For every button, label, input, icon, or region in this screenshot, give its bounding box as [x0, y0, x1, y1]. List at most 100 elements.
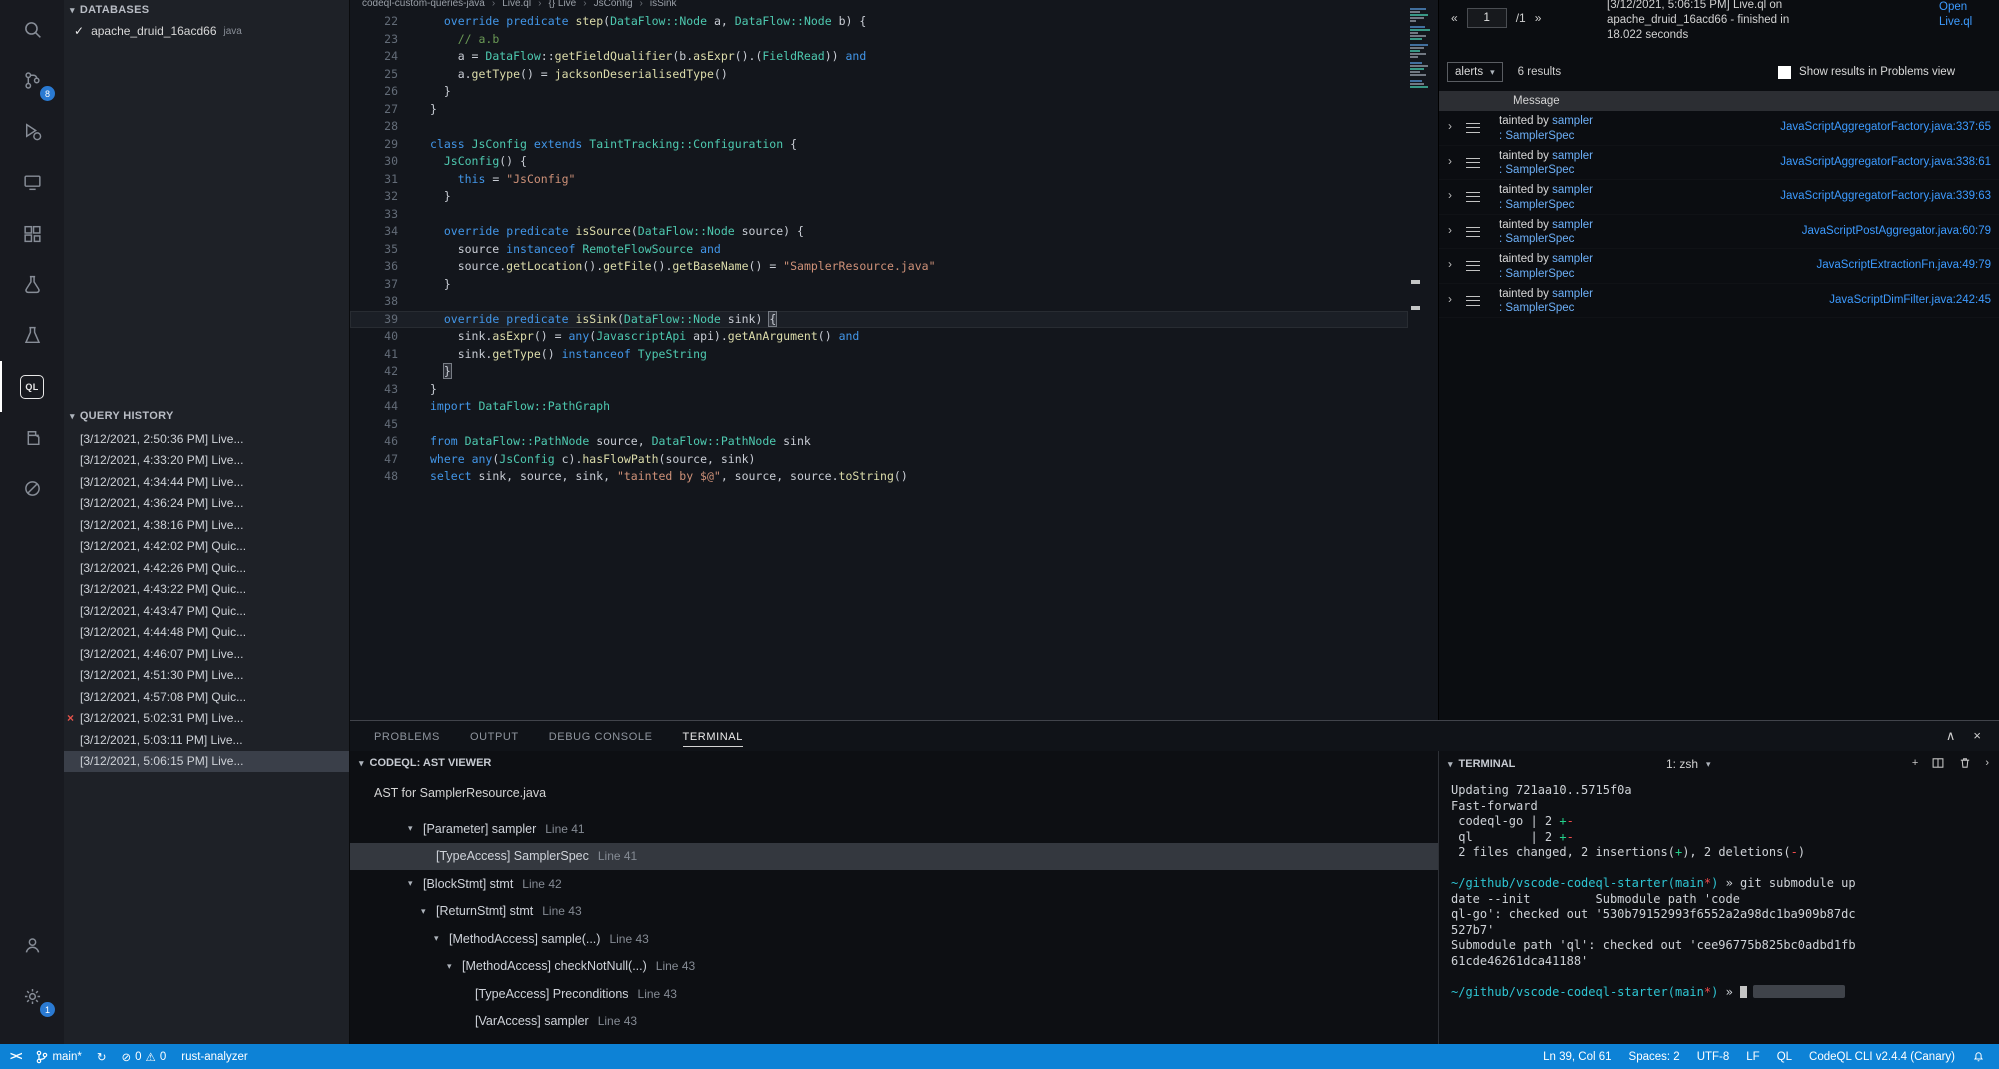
- test-beaker-activity-button[interactable]: [0, 259, 64, 310]
- maximize-panel-button[interactable]: ∧: [1946, 728, 1956, 744]
- code-line[interactable]: 29class JsConfig extends TaintTracking::…: [350, 136, 1408, 154]
- result-message-link[interactable]: sampler: [1552, 150, 1593, 162]
- code-line[interactable]: 38: [350, 293, 1408, 311]
- result-location-link[interactable]: JavaScriptExtractionFn.java:49:79: [1816, 259, 1991, 271]
- result-message-link[interactable]: sampler: [1552, 115, 1593, 127]
- chevron-right-icon[interactable]: ›: [1448, 154, 1452, 168]
- query-history-item[interactable]: [3/12/2021, 4:33:20 PM] Live...: [64, 450, 349, 472]
- editor[interactable]: codeql-custom-queries-java›Live.ql›{} Li…: [350, 0, 1438, 720]
- result-message-sub[interactable]: : SamplerSpec: [1499, 129, 1593, 144]
- result-location-link[interactable]: JavaScriptAggregatorFactory.java:337:65: [1780, 121, 1991, 133]
- breadcrumb-item[interactable]: Live.ql: [502, 0, 531, 9]
- query-history-item[interactable]: [3/12/2021, 4:36:24 PM] Live...: [64, 493, 349, 515]
- panel-chevron-right-icon[interactable]: ›: [1985, 757, 1989, 769]
- language-server-status[interactable]: rust-analyzer: [181, 1051, 247, 1063]
- bell-icon[interactable]: [1972, 1050, 1985, 1064]
- ast-node[interactable]: ▾[MethodAccess] checkNotNull(...)Line 43: [350, 953, 1438, 981]
- result-location-link[interactable]: JavaScriptAggregatorFactory.java:339:63: [1780, 190, 1991, 202]
- run-debug-activity-button[interactable]: [0, 106, 64, 157]
- code-line[interactable]: 33: [350, 206, 1408, 224]
- query-history-item[interactable]: [3/12/2021, 4:42:26 PM] Quic...: [64, 557, 349, 579]
- query-history-item[interactable]: [3/12/2021, 4:44:48 PM] Quic...: [64, 622, 349, 644]
- panel-tab-debug-console[interactable]: DEBUG CONSOLE: [549, 726, 653, 746]
- panel-tab-problems[interactable]: PROBLEMS: [374, 726, 440, 746]
- minimap[interactable]: [1410, 8, 1436, 89]
- prev-page-button[interactable]: «: [1451, 11, 1458, 25]
- chevron-right-icon[interactable]: ›: [1448, 188, 1452, 202]
- code-line[interactable]: 26 }: [350, 83, 1408, 101]
- result-location-link[interactable]: JavaScriptPostAggregator.java:60:79: [1802, 225, 1991, 237]
- code-line[interactable]: 31 this = "JsConfig": [350, 171, 1408, 189]
- query-history-item[interactable]: [3/12/2021, 2:50:36 PM] Live...: [64, 428, 349, 450]
- chevron-right-icon[interactable]: ›: [1448, 292, 1452, 306]
- chevron-right-icon[interactable]: ›: [1448, 257, 1452, 271]
- result-row[interactable]: ›tainted by sampler: SamplerSpecJavaScri…: [1439, 249, 1999, 284]
- breadcrumb-item[interactable]: JsConfig: [594, 0, 633, 9]
- split-terminal-icon[interactable]: [1931, 756, 1945, 770]
- panel-tab-terminal[interactable]: TERMINAL: [683, 726, 743, 747]
- account-activity-button[interactable]: [0, 920, 64, 971]
- circle-slash-activity-button[interactable]: [0, 463, 64, 514]
- result-message-sub[interactable]: : SamplerSpec: [1499, 198, 1593, 213]
- indentation-indicator[interactable]: Spaces: 2: [1629, 1051, 1680, 1063]
- query-history-item[interactable]: [3/12/2021, 4:57:08 PM] Quic...: [64, 686, 349, 708]
- ast-viewer-header[interactable]: ▾ CODEQL: AST VIEWER: [350, 751, 1438, 775]
- codeql-cli-status[interactable]: CodeQL CLI v2.4.4 (Canary): [1809, 1051, 1955, 1063]
- result-row[interactable]: ›tainted by sampler: SamplerSpecJavaScri…: [1439, 146, 1999, 181]
- result-message-link[interactable]: sampler: [1552, 219, 1593, 231]
- query-history-item[interactable]: [3/12/2021, 4:43:22 PM] Quic...: [64, 579, 349, 601]
- code-line[interactable]: 37 }: [350, 276, 1408, 294]
- code-line[interactable]: 32 }: [350, 188, 1408, 206]
- cursor-position[interactable]: Ln 39, Col 61: [1543, 1051, 1611, 1063]
- search-activity-button[interactable]: [0, 4, 64, 55]
- sync-button[interactable]: ↻: [97, 1050, 107, 1064]
- result-location-link[interactable]: JavaScriptAggregatorFactory.java:338:61: [1780, 156, 1991, 168]
- result-message-link[interactable]: sampler: [1552, 288, 1593, 300]
- next-page-button[interactable]: »: [1535, 11, 1542, 25]
- result-row[interactable]: ›tainted by sampler: SamplerSpecJavaScri…: [1439, 111, 1999, 146]
- ast-node[interactable]: [TypeAccess] PreconditionsLine 43: [350, 980, 1438, 1008]
- remote-indicator[interactable]: ><: [10, 1051, 21, 1063]
- query-history-item[interactable]: [3/12/2021, 4:34:44 PM] Live...: [64, 471, 349, 493]
- codeql-databases-activity-button[interactable]: [0, 310, 64, 361]
- query-history-item[interactable]: [3/12/2021, 4:43:47 PM] Quic...: [64, 600, 349, 622]
- terminal-shell-select[interactable]: 1: zsh ▾: [1666, 757, 1711, 771]
- breadcrumb-item[interactable]: codeql-custom-queries-java: [362, 0, 485, 9]
- ast-node[interactable]: ▾[Parameter] samplerLine 41: [350, 815, 1438, 843]
- code-line[interactable]: 48select sink, source, sink, "tainted by…: [350, 468, 1408, 486]
- result-message-sub[interactable]: : SamplerSpec: [1499, 301, 1593, 316]
- code-line[interactable]: 47where any(JsConfig c).hasFlowPath(sour…: [350, 451, 1408, 469]
- databases-section-header[interactable]: ▾ DATABASES: [64, 0, 349, 20]
- result-message-sub[interactable]: : SamplerSpec: [1499, 163, 1593, 178]
- settings-activity-button[interactable]: 1: [0, 971, 64, 1022]
- eol-indicator[interactable]: LF: [1746, 1051, 1759, 1063]
- query-history-item[interactable]: [3/12/2021, 5:06:15 PM] Live...: [64, 751, 349, 773]
- problems-indicator[interactable]: ⊘ 0 ⚠ 0: [121, 1050, 166, 1064]
- query-history-item[interactable]: [3/12/2021, 4:51:30 PM] Live...: [64, 665, 349, 687]
- code-line[interactable]: 42 }: [350, 363, 1408, 381]
- new-terminal-button[interactable]: +: [1912, 757, 1918, 769]
- code-line[interactable]: 39 override predicate isSink(DataFlow::N…: [350, 311, 1408, 329]
- remote-explorer-activity-button[interactable]: [0, 157, 64, 208]
- query-history-item[interactable]: [3/12/2021, 4:46:07 PM] Live...: [64, 643, 349, 665]
- code-line[interactable]: 46from DataFlow::PathNode source, DataFl…: [350, 433, 1408, 451]
- source-control-activity-button[interactable]: 8: [0, 55, 64, 106]
- result-message-link[interactable]: sampler: [1552, 253, 1593, 265]
- ast-node[interactable]: ▾[MethodAccess] sample(...)Line 43: [350, 925, 1438, 953]
- ast-node[interactable]: [TypeAccess] SamplerSpecLine 41: [350, 843, 1438, 871]
- language-mode[interactable]: QL: [1777, 1051, 1792, 1063]
- problems-view-checkbox[interactable]: [1778, 66, 1791, 79]
- code-line[interactable]: 27}: [350, 101, 1408, 119]
- code-line[interactable]: 34 override predicate isSource(DataFlow:…: [350, 223, 1408, 241]
- code-line[interactable]: 35 source instanceof RemoteFlowSource an…: [350, 241, 1408, 259]
- query-history-item[interactable]: [3/12/2021, 4:42:02 PM] Quic...: [64, 536, 349, 558]
- query-history-item[interactable]: ×[3/12/2021, 5:02:31 PM] Live...: [64, 708, 349, 730]
- chevron-right-icon[interactable]: ›: [1448, 119, 1452, 133]
- code-line[interactable]: 40 sink.asExpr() = any(JavascriptApi api…: [350, 328, 1408, 346]
- result-row[interactable]: ›tainted by sampler: SamplerSpecJavaScri…: [1439, 180, 1999, 215]
- chevron-right-icon[interactable]: ›: [1448, 223, 1452, 237]
- breadcrumb-item[interactable]: {} Live: [548, 0, 576, 9]
- codeql-activity-button[interactable]: QL: [0, 361, 64, 412]
- open-query-link[interactable]: Open Live.ql: [1939, 0, 1993, 30]
- terminal-body[interactable]: Updating 721aa10..5715f0aFast-forward co…: [1451, 783, 1991, 1040]
